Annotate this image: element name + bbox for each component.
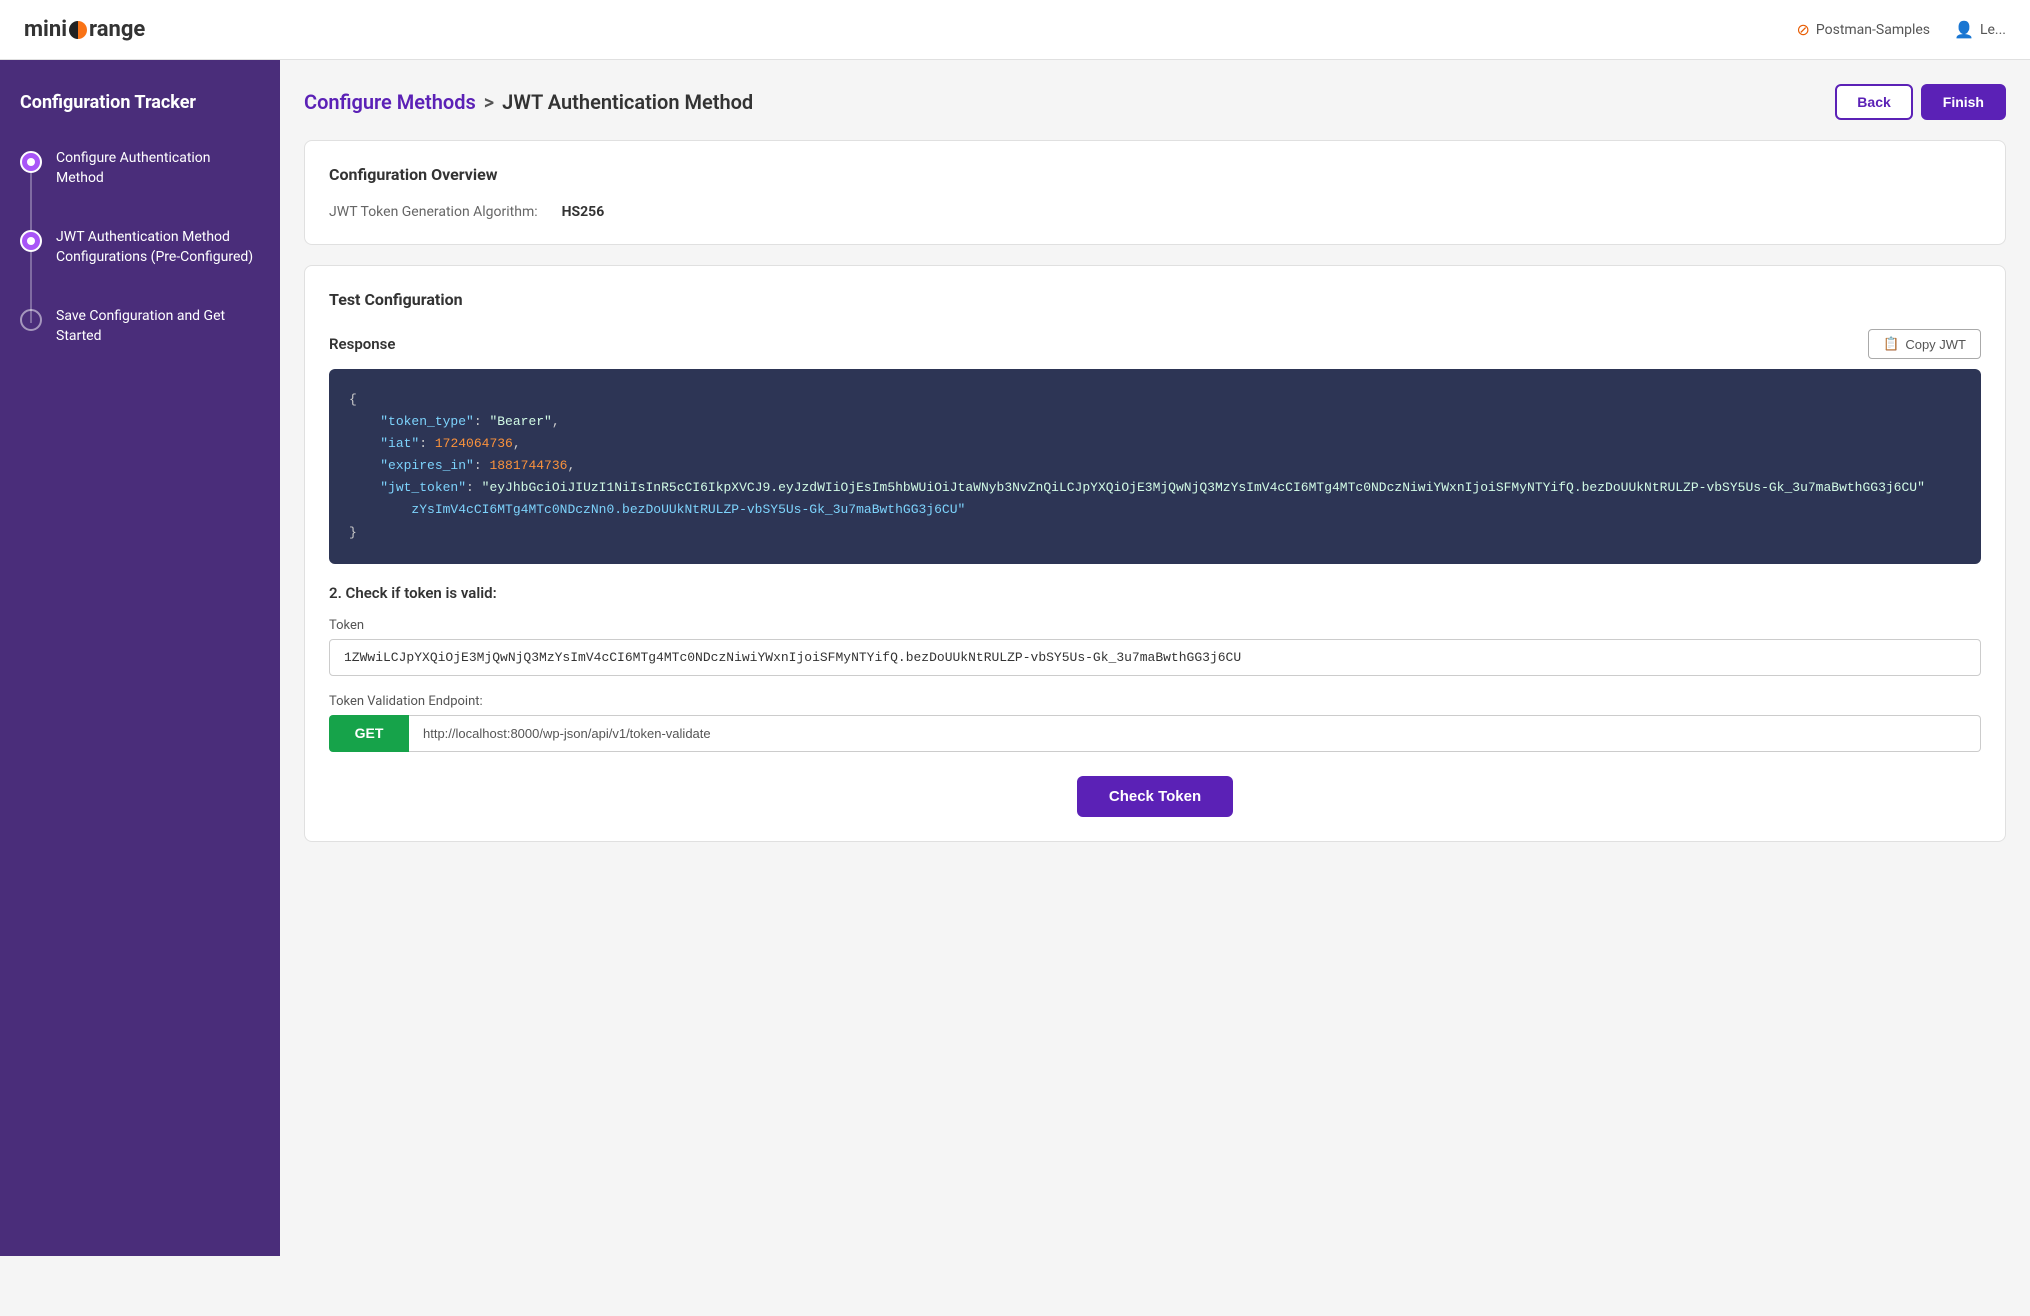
logo-circle-icon (69, 21, 87, 39)
header: mini range ⊘ Postman-Samples 👤 Le... (0, 0, 2030, 60)
breadcrumb: Configure Methods > JWT Authentication M… (304, 90, 753, 114)
check-token-row: Check Token (329, 776, 1981, 817)
code-val-iat: 1724064736 (435, 436, 513, 451)
logo: mini range (24, 17, 145, 42)
code-colon-1: : (474, 414, 490, 429)
code-val-bearer: "Bearer" (489, 414, 551, 429)
tracker-dot-inner-1 (27, 158, 35, 166)
code-colon-2: : (419, 436, 435, 451)
header-buttons: Back Finish (1835, 84, 2006, 120)
logo-range: range (89, 17, 145, 42)
user-icon: 👤 (1954, 20, 1974, 39)
config-row: JWT Token Generation Algorithm: HS256 (329, 204, 1981, 220)
check-token-section: 2. Check if token is valid: Token Token … (329, 584, 1981, 817)
code-val-expires: 1881744736 (489, 458, 567, 473)
back-button[interactable]: Back (1835, 84, 1912, 120)
token-label: Token (329, 618, 1981, 633)
endpoint-row: GET (329, 715, 1981, 752)
token-form-group: Token (329, 618, 1981, 676)
code-key-line4b: zYsImV4cCI6MTg4MTc0NDczNn0.bezDoUUkNtRUL… (380, 502, 965, 517)
code-comma-1: , (552, 414, 560, 429)
main: Configure Methods > JWT Authentication M… (280, 60, 2030, 1256)
code-block: { "token_type": "Bearer", "iat": 1724064… (329, 369, 1981, 564)
test-config-title: Test Configuration (329, 290, 1981, 309)
endpoint-label: Token Validation Endpoint: (329, 694, 1981, 709)
tracker-item-save-config[interactable]: Save Configuration and Get Started (20, 307, 260, 346)
tracker-label-1: Configure Authentication Method (56, 149, 260, 188)
code-comma-2: , (513, 436, 521, 451)
open-brace: { (349, 392, 357, 407)
token-input[interactable] (329, 639, 1981, 676)
code-key-jwt: "jwt_token" (380, 480, 466, 495)
tracker-dot-2 (20, 230, 42, 252)
main-scroll: Configure Methods > JWT Authentication M… (304, 84, 2006, 862)
postman-label: Postman-Samples (1816, 22, 1930, 38)
tracker-dot-inner-2 (27, 237, 35, 245)
response-label: Response (329, 335, 395, 353)
endpoint-form-group: Token Validation Endpoint: GET (329, 694, 1981, 752)
config-overview-card: Configuration Overview JWT Token Generat… (304, 140, 2006, 245)
tracker-items: Configure Authentication Method JWT Auth… (20, 149, 260, 347)
code-colon-4: : (466, 480, 482, 495)
logo-text: mini range (24, 17, 145, 42)
copy-jwt-button[interactable]: 📋 Copy JWT (1868, 329, 1981, 359)
tracker-dot-1 (20, 151, 42, 173)
endpoint-input[interactable] (409, 715, 1981, 752)
code-colon-3: : (474, 458, 490, 473)
check-token-button[interactable]: Check Token (1077, 776, 1233, 817)
copy-jwt-label: Copy JWT (1905, 337, 1966, 352)
postman-icon: ⊘ (1796, 20, 1809, 39)
sidebar-title: Configuration Tracker (20, 92, 260, 113)
header-right: ⊘ Postman-Samples 👤 Le... (1796, 20, 2006, 39)
algorithm-label: JWT Token Generation Algorithm: (329, 204, 538, 220)
tracker-label-2: JWT Authentication Method Configurations… (56, 228, 260, 267)
check-token-title: 2. Check if token is valid: (329, 584, 1981, 602)
layout: Configuration Tracker Configure Authenti… (0, 60, 2030, 1256)
finish-button[interactable]: Finish (1921, 84, 2006, 120)
algorithm-value: HS256 (562, 204, 605, 220)
logo-mini: mini (24, 17, 67, 42)
get-button[interactable]: GET (329, 715, 409, 752)
tracker-dot-3 (20, 309, 42, 331)
breadcrumb-link[interactable]: Configure Methods (304, 90, 476, 114)
code-val-jwt: "eyJhbGciOiJIUzI1NiIsInR5cCI6IkpXVCJ9.ey… (482, 480, 1925, 495)
code-comma-3: , (567, 458, 575, 473)
close-brace: } (349, 525, 357, 540)
learn-link[interactable]: 👤 Le... (1954, 20, 2006, 39)
copy-icon: 📋 (1883, 336, 1899, 352)
tracker-label-3: Save Configuration and Get Started (56, 307, 260, 346)
response-header: Response 📋 Copy JWT (329, 329, 1981, 359)
code-key-token-type: "token_type" (380, 414, 474, 429)
breadcrumb-current: JWT Authentication Method (502, 90, 753, 114)
tracker-item-jwt-config[interactable]: JWT Authentication Method Configurations… (20, 228, 260, 307)
sidebar: Configuration Tracker Configure Authenti… (0, 60, 280, 1256)
tracker-item-configure-auth[interactable]: Configure Authentication Method (20, 149, 260, 228)
postman-profile[interactable]: ⊘ Postman-Samples (1796, 20, 1930, 39)
test-config-card: Test Configuration Response 📋 Copy JWT {… (304, 265, 2006, 842)
config-overview-title: Configuration Overview (329, 165, 1981, 184)
breadcrumb-row: Configure Methods > JWT Authentication M… (304, 84, 2006, 120)
code-key-iat: "iat" (380, 436, 419, 451)
learn-label: Le... (1980, 22, 2006, 38)
code-key-expires: "expires_in" (380, 458, 474, 473)
breadcrumb-separator: > (484, 90, 494, 114)
